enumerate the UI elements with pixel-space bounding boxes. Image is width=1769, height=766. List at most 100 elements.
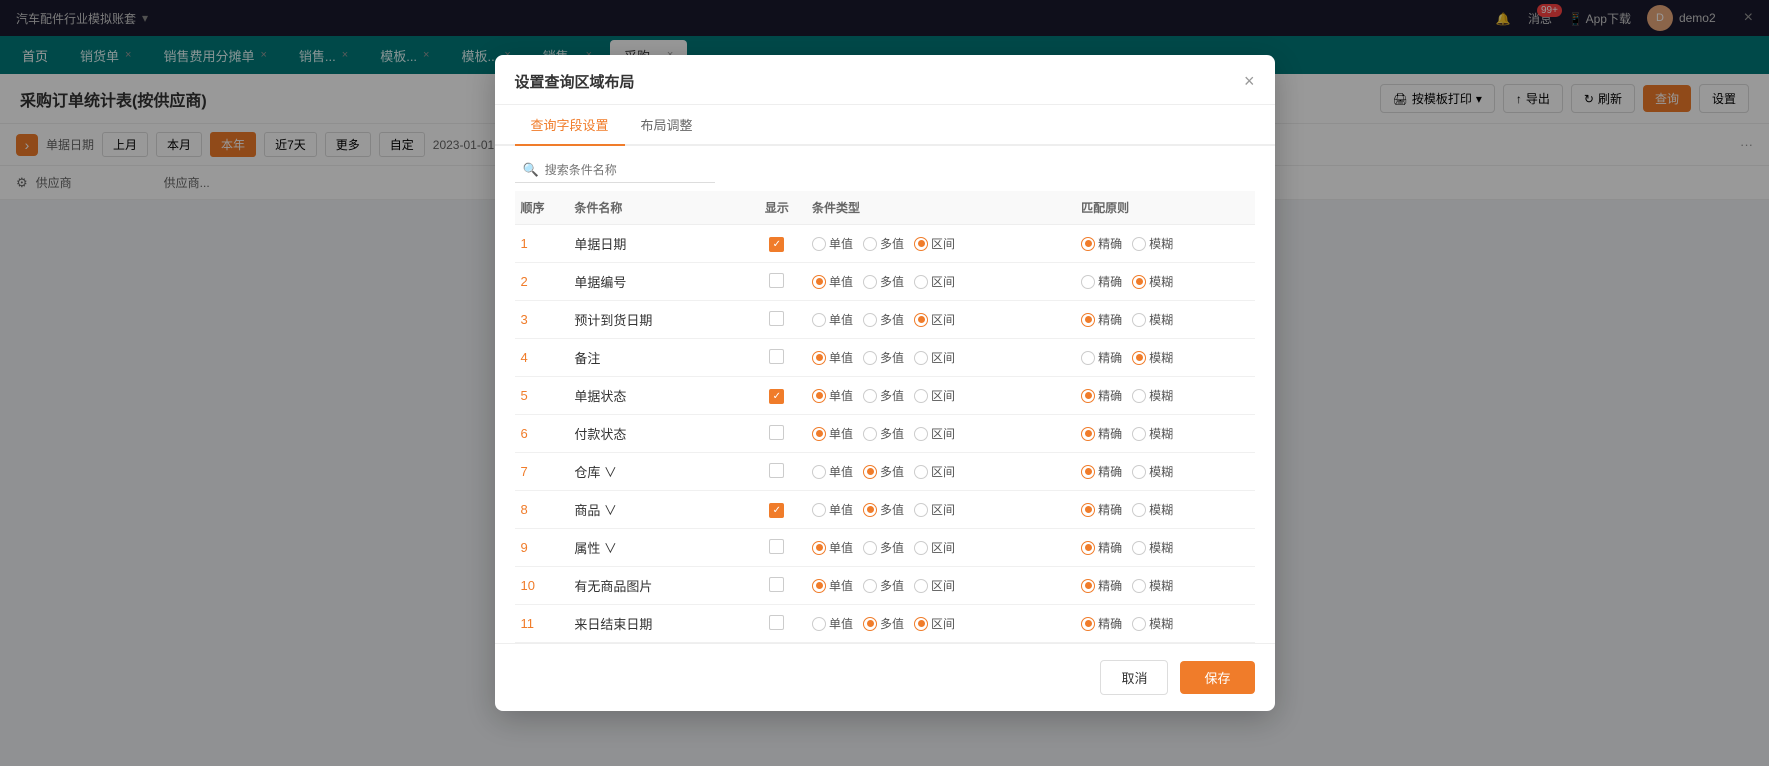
- rule-option[interactable]: 精确: [1081, 311, 1122, 328]
- dialog-title: 设置查询区域布局: [515, 71, 635, 92]
- row-type: 单值多值区间: [806, 491, 1075, 529]
- row-display-checkbox[interactable]: [748, 453, 806, 491]
- type-option[interactable]: 区间: [914, 577, 955, 594]
- rule-option[interactable]: 精确: [1081, 615, 1122, 632]
- type-option[interactable]: 多值: [863, 615, 904, 632]
- type-option[interactable]: 单值: [812, 577, 853, 594]
- type-option[interactable]: 多值: [863, 425, 904, 442]
- rule-option[interactable]: 模糊: [1132, 501, 1173, 518]
- radio-circle: [1132, 541, 1146, 555]
- type-option[interactable]: 多值: [863, 501, 904, 518]
- dialog-close-button[interactable]: ×: [1244, 71, 1255, 92]
- type-option[interactable]: 区间: [914, 615, 955, 632]
- type-option[interactable]: 多值: [863, 349, 904, 366]
- type-option[interactable]: 单值: [812, 615, 853, 632]
- row-display-checkbox[interactable]: [748, 567, 806, 605]
- checkbox[interactable]: [769, 615, 784, 630]
- dialog-tab-layout[interactable]: 布局调整: [625, 105, 709, 146]
- checkbox[interactable]: [769, 425, 784, 440]
- row-type: 单值多值区间: [806, 377, 1075, 415]
- checkbox[interactable]: ✓: [769, 503, 784, 518]
- rule-option[interactable]: 模糊: [1132, 425, 1173, 442]
- checkbox[interactable]: ✓: [769, 389, 784, 404]
- type-option[interactable]: 多值: [863, 387, 904, 404]
- type-option[interactable]: 单值: [812, 273, 853, 290]
- radio-circle: [1081, 313, 1095, 327]
- row-rule: 精确模糊: [1075, 453, 1254, 491]
- type-option[interactable]: 区间: [914, 425, 955, 442]
- row-display-checkbox[interactable]: ✓: [748, 377, 806, 415]
- type-option[interactable]: 单值: [812, 501, 853, 518]
- type-option[interactable]: 区间: [914, 387, 955, 404]
- rule-option[interactable]: 模糊: [1132, 615, 1173, 632]
- type-option[interactable]: 区间: [914, 311, 955, 328]
- type-option[interactable]: 单值: [812, 387, 853, 404]
- row-rule: 精确模糊: [1075, 491, 1254, 529]
- type-option[interactable]: 多值: [863, 577, 904, 594]
- type-option[interactable]: 单值: [812, 349, 853, 366]
- rule-option[interactable]: 模糊: [1132, 349, 1173, 366]
- rule-option[interactable]: 模糊: [1132, 311, 1173, 328]
- row-display-checkbox[interactable]: ✓: [748, 491, 806, 529]
- type-option[interactable]: 区间: [914, 273, 955, 290]
- rule-option[interactable]: 模糊: [1132, 273, 1173, 290]
- row-type: 单值多值区间: [806, 453, 1075, 491]
- checkbox[interactable]: [769, 463, 784, 478]
- type-option[interactable]: 单值: [812, 539, 853, 556]
- rule-option[interactable]: 精确: [1081, 539, 1122, 556]
- row-display-checkbox[interactable]: [748, 529, 806, 567]
- type-option[interactable]: 单值: [812, 235, 853, 252]
- type-option[interactable]: 区间: [914, 501, 955, 518]
- cancel-button[interactable]: 取消: [1100, 660, 1168, 695]
- type-option[interactable]: 多值: [863, 463, 904, 480]
- row-display-checkbox[interactable]: [748, 301, 806, 339]
- radio-circle: [914, 351, 928, 365]
- radio-circle: [914, 275, 928, 289]
- type-option[interactable]: 多值: [863, 235, 904, 252]
- save-button[interactable]: 保存: [1180, 661, 1254, 694]
- type-option[interactable]: 多值: [863, 273, 904, 290]
- checkbox[interactable]: [769, 311, 784, 326]
- rule-option[interactable]: 模糊: [1132, 463, 1173, 480]
- rule-option[interactable]: 精确: [1081, 387, 1122, 404]
- type-option[interactable]: 多值: [863, 311, 904, 328]
- checkbox[interactable]: [769, 539, 784, 554]
- radio-circle: [1132, 389, 1146, 403]
- row-display-checkbox[interactable]: [748, 263, 806, 301]
- rule-option[interactable]: 精确: [1081, 463, 1122, 480]
- rule-option[interactable]: 精确: [1081, 273, 1122, 290]
- radio-circle: [1081, 503, 1095, 517]
- rule-option[interactable]: 模糊: [1132, 577, 1173, 594]
- search-input[interactable]: [545, 163, 695, 177]
- checkbox[interactable]: ✓: [769, 237, 784, 252]
- row-display-checkbox[interactable]: ✓: [748, 225, 806, 263]
- type-option[interactable]: 多值: [863, 539, 904, 556]
- row-display-checkbox[interactable]: [748, 605, 806, 643]
- type-option[interactable]: 区间: [914, 349, 955, 366]
- type-option[interactable]: 区间: [914, 463, 955, 480]
- rule-option[interactable]: 精确: [1081, 425, 1122, 442]
- rule-option[interactable]: 模糊: [1132, 235, 1173, 252]
- rule-option[interactable]: 模糊: [1132, 387, 1173, 404]
- radio-circle: [914, 237, 928, 251]
- checkbox[interactable]: [769, 273, 784, 288]
- type-option[interactable]: 区间: [914, 235, 955, 252]
- rule-option[interactable]: 精确: [1081, 577, 1122, 594]
- type-option[interactable]: 单值: [812, 425, 853, 442]
- row-display-checkbox[interactable]: [748, 415, 806, 453]
- rule-option[interactable]: 精确: [1081, 501, 1122, 518]
- checkbox[interactable]: [769, 349, 784, 364]
- rule-option[interactable]: 精确: [1081, 349, 1122, 366]
- type-option[interactable]: 单值: [812, 311, 853, 328]
- row-order: 7: [515, 453, 569, 491]
- radio-circle: [863, 503, 877, 517]
- radio-circle: [863, 313, 877, 327]
- dialog-tab-fields[interactable]: 查询字段设置: [515, 105, 625, 146]
- rule-option[interactable]: 模糊: [1132, 539, 1173, 556]
- checkbox[interactable]: [769, 577, 784, 592]
- type-option[interactable]: 区间: [914, 539, 955, 556]
- type-option[interactable]: 单值: [812, 463, 853, 480]
- rule-option[interactable]: 精确: [1081, 235, 1122, 252]
- radio-circle: [914, 579, 928, 593]
- row-display-checkbox[interactable]: [748, 339, 806, 377]
